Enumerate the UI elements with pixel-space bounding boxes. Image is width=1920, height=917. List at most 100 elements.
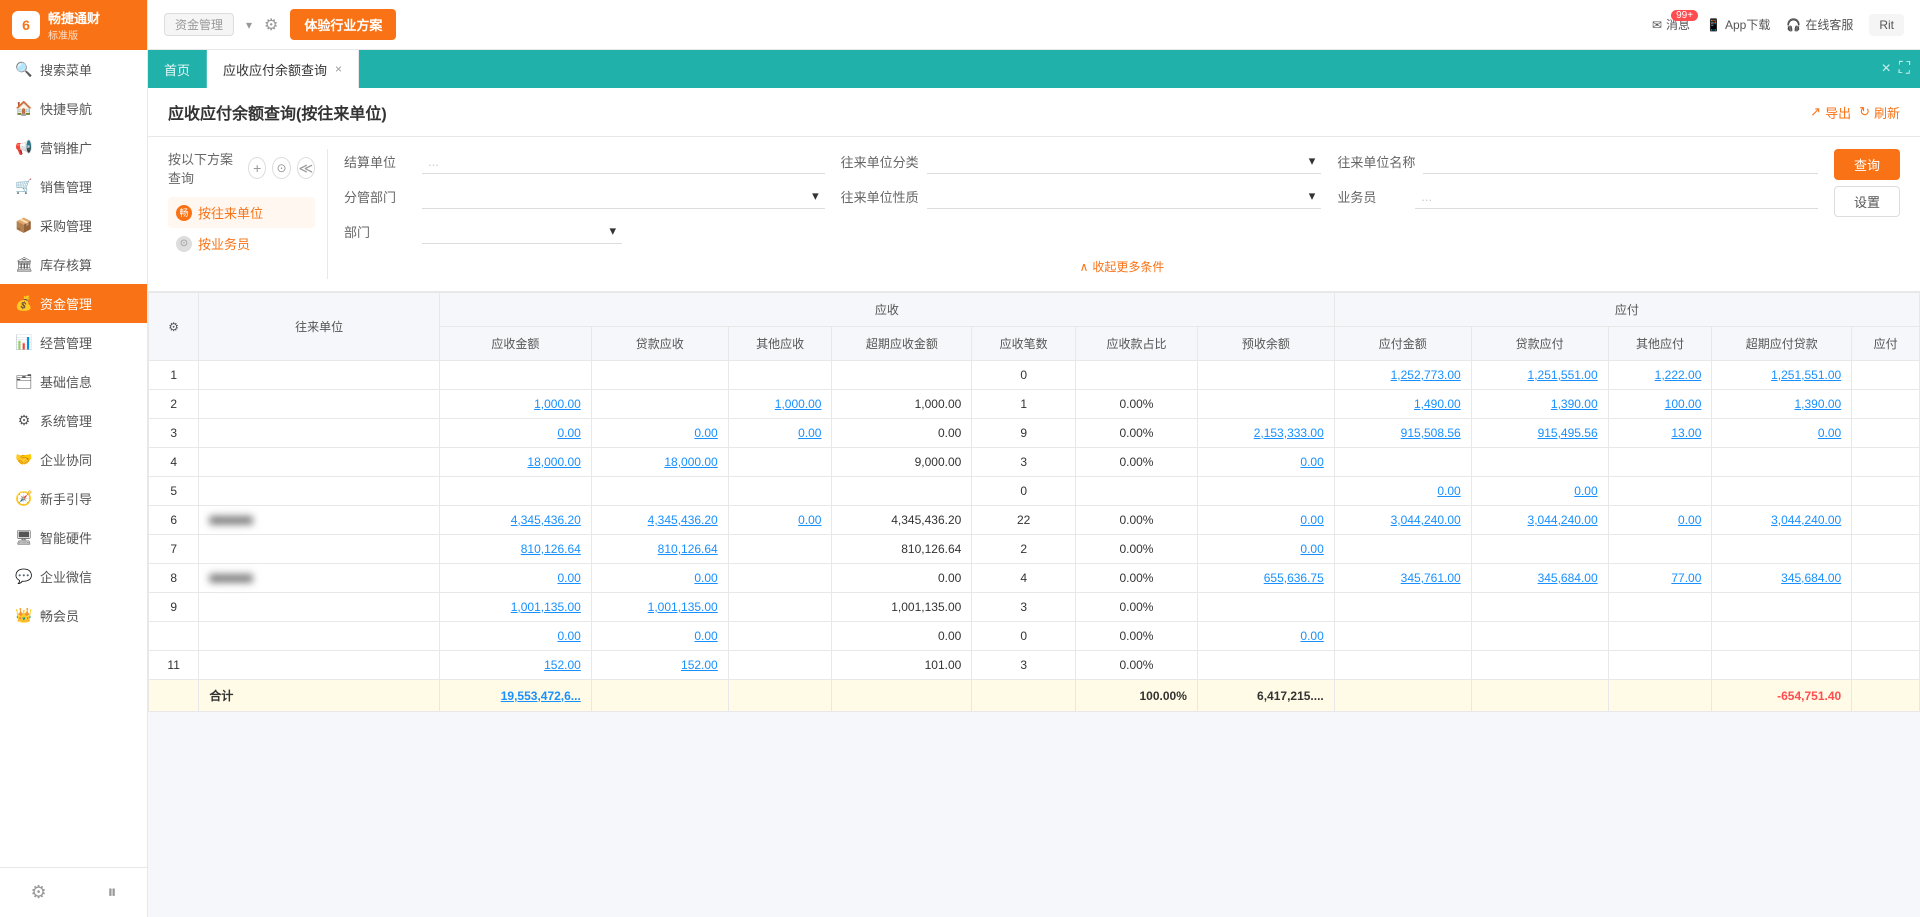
sidebar-item-wechat[interactable]: 💬 企业微信 [0,557,147,596]
other-pay-cell[interactable]: 100.00 [1608,390,1712,419]
promo-button[interactable]: 体验行业方案 [290,9,396,40]
receivable-amt-cell[interactable]: 810,126.64 [439,535,591,564]
topbar-gear-icon[interactable]: ⚙ [264,15,278,35]
loan-recv-cell[interactable]: 0.00 [591,564,728,593]
recv-count-cell: 9 [972,419,1076,448]
sidebar-item-nav[interactable]: 🏠 快捷导航 [0,89,147,128]
sidebar-item-marketing[interactable]: 📢 营销推广 [0,128,147,167]
sidebar-collapse-btn[interactable]: ⏸ [102,876,123,909]
loan-pay-cell[interactable]: 1,251,551.00 [1471,361,1608,390]
user-profile[interactable]: Rit [1869,14,1904,36]
loan-recv-cell[interactable]: 0.00 [591,419,728,448]
sidebar-item-collab[interactable]: 🤝 企业协同 [0,440,147,479]
payable-amt-cell[interactable]: 1,490.00 [1334,390,1471,419]
overdue-recv-cell: 0.00 [832,419,972,448]
sidebar-item-sales[interactable]: 🛒 销售管理 [0,167,147,206]
advance-recv-cell[interactable]: 0.00 [1197,535,1334,564]
advance-recv-cell[interactable]: 0.00 [1197,506,1334,535]
window-close-icon[interactable]: × [1881,60,1890,78]
filter-collapse-icon[interactable]: ≪ [297,157,315,179]
app-download-btn[interactable]: 📱 App下载 [1706,16,1770,33]
loan-recv-cell[interactable]: 152.00 [591,651,728,680]
sidebar-item-operations[interactable]: 📊 经营管理 [0,323,147,362]
receivable-amt-cell[interactable]: 0.00 [439,622,591,651]
other-recv-cell[interactable]: 1,000.00 [728,390,832,419]
sidebar-item-basic-info[interactable]: 🗂 基础信息 [0,362,147,401]
receivable-amt-cell[interactable]: 1,000.00 [439,390,591,419]
filter-settings-icon[interactable]: ⊙ [272,157,290,179]
table-settings-header[interactable]: ⚙ [149,293,199,361]
other-pay-cell[interactable]: 77.00 [1608,564,1712,593]
sidebar-item-hardware[interactable]: 🖥 智能硬件 [0,518,147,557]
payable-amt-cell[interactable]: 1,252,773.00 [1334,361,1471,390]
advance-recv-cell[interactable]: 655,636.75 [1197,564,1334,593]
receivable-amt-cell[interactable]: 0.00 [439,564,591,593]
loan-pay-cell[interactable]: 3,044,240.00 [1471,506,1608,535]
filter-add-btn[interactable]: + [248,157,266,179]
topbar-dropdown-icon[interactable]: ▾ [246,18,252,32]
other-pay-cell[interactable]: 1,222.00 [1608,361,1712,390]
advance-recv-cell[interactable]: 2,153,333.00 [1197,419,1334,448]
sidebar-item-system[interactable]: ⚙ 系统管理 [0,401,147,440]
loan-pay-cell[interactable]: 915,495.56 [1471,419,1608,448]
refresh-button[interactable]: ↻ 刷新 [1859,103,1900,122]
dept-manager-select[interactable]: ▾ [422,184,825,209]
receivable-amt-cell[interactable]: 18,000.00 [439,448,591,477]
export-button[interactable]: ↗ 导出 [1810,103,1851,122]
tab-close-icon[interactable]: × [335,62,342,76]
fullscreen-icon[interactable]: ⛶ [1899,60,1910,78]
dept-select[interactable]: ▾ [422,219,622,244]
receivable-amt-cell[interactable]: 0.00 [439,419,591,448]
filter-scheme-partner[interactable]: 畅 按往来单位 [168,197,315,228]
advance-recv-cell[interactable]: 0.00 [1197,448,1334,477]
advance-recv-cell[interactable]: 0.00 [1197,622,1334,651]
loan-recv-cell[interactable]: 810,126.64 [591,535,728,564]
loan-recv-cell [591,477,728,506]
loan-recv-cell[interactable]: 1,001,135.00 [591,593,728,622]
loan-pay-cell[interactable]: 1,390.00 [1471,390,1608,419]
sidebar-item-purchase[interactable]: 📦 采购管理 [0,206,147,245]
payable-amt-cell[interactable]: 915,508.56 [1334,419,1471,448]
partner-nature-select[interactable]: ▾ [927,184,1322,209]
sidebar-item-search[interactable]: 🔍 搜索菜单 [0,50,147,89]
payable-amt-cell[interactable]: 0.00 [1334,477,1471,506]
receivable-amt-cell[interactable]: 1,001,135.00 [439,593,591,622]
loan-pay-cell[interactable]: 0.00 [1471,477,1608,506]
payable-amt-cell[interactable]: 345,761.00 [1334,564,1471,593]
sidebar-item-member[interactable]: 👑 畅会员 [0,596,147,635]
tab-home[interactable]: 首页 [148,50,207,88]
salesperson-select[interactable]: ... [1415,185,1818,209]
sidebar-item-inventory[interactable]: 🏛 库存核算 [0,245,147,284]
tab-ar-ap-query[interactable]: 应收应付余额查询 × [207,50,359,88]
receivable-amt-cell[interactable]: 152.00 [439,651,591,680]
collapse-filter-btn[interactable]: ∧ 收起更多条件 [344,254,1900,279]
overdue-pay-cell[interactable]: 0.00 [1712,419,1852,448]
loan-recv-cell[interactable]: 0.00 [591,622,728,651]
receivable-group-header: 应收 [439,293,1334,327]
partner-name-input[interactable] [1423,150,1818,174]
overdue-pay-cell[interactable]: 1,390.00 [1712,390,1852,419]
partner-category-select[interactable]: ▾ [927,149,1322,174]
overdue-pay-cell[interactable]: 3,044,240.00 [1712,506,1852,535]
loan-pay-cell[interactable]: 345,684.00 [1471,564,1608,593]
service-btn[interactable]: 🎧 在线客服 [1786,16,1853,33]
receivable-amt-cell[interactable]: 4,345,436.20 [439,506,591,535]
filter-settings-button[interactable]: 设置 [1834,186,1900,217]
other-pay-cell[interactable]: 0.00 [1608,506,1712,535]
payable-amt-cell[interactable]: 3,044,240.00 [1334,506,1471,535]
query-button[interactable]: 查询 [1834,149,1900,180]
settlement-unit-select[interactable]: ... [422,150,825,174]
other-recv-cell[interactable]: 0.00 [728,506,832,535]
other-pay-cell[interactable]: 13.00 [1608,419,1712,448]
overdue-pay-cell[interactable]: 345,684.00 [1712,564,1852,593]
sidebar-settings-btn[interactable]: ⚙ [24,876,52,909]
filter-scheme-salesperson[interactable]: ⊙ 按业务员 [168,228,315,259]
sidebar-item-finance[interactable]: 💰 资金管理 [0,284,147,323]
sidebar-item-guide[interactable]: 🧭 新手引导 [0,479,147,518]
overdue-pay-cell[interactable]: 1,251,551.00 [1712,361,1852,390]
loan-recv-cell[interactable]: 18,000.00 [591,448,728,477]
other-recv-cell[interactable]: 0.00 [728,419,832,448]
footer-receivable-amt[interactable]: 19,553,472,6... [439,680,591,712]
messages-btn[interactable]: ✉ 消息 99+ [1652,16,1690,33]
loan-recv-cell[interactable]: 4,345,436.20 [591,506,728,535]
